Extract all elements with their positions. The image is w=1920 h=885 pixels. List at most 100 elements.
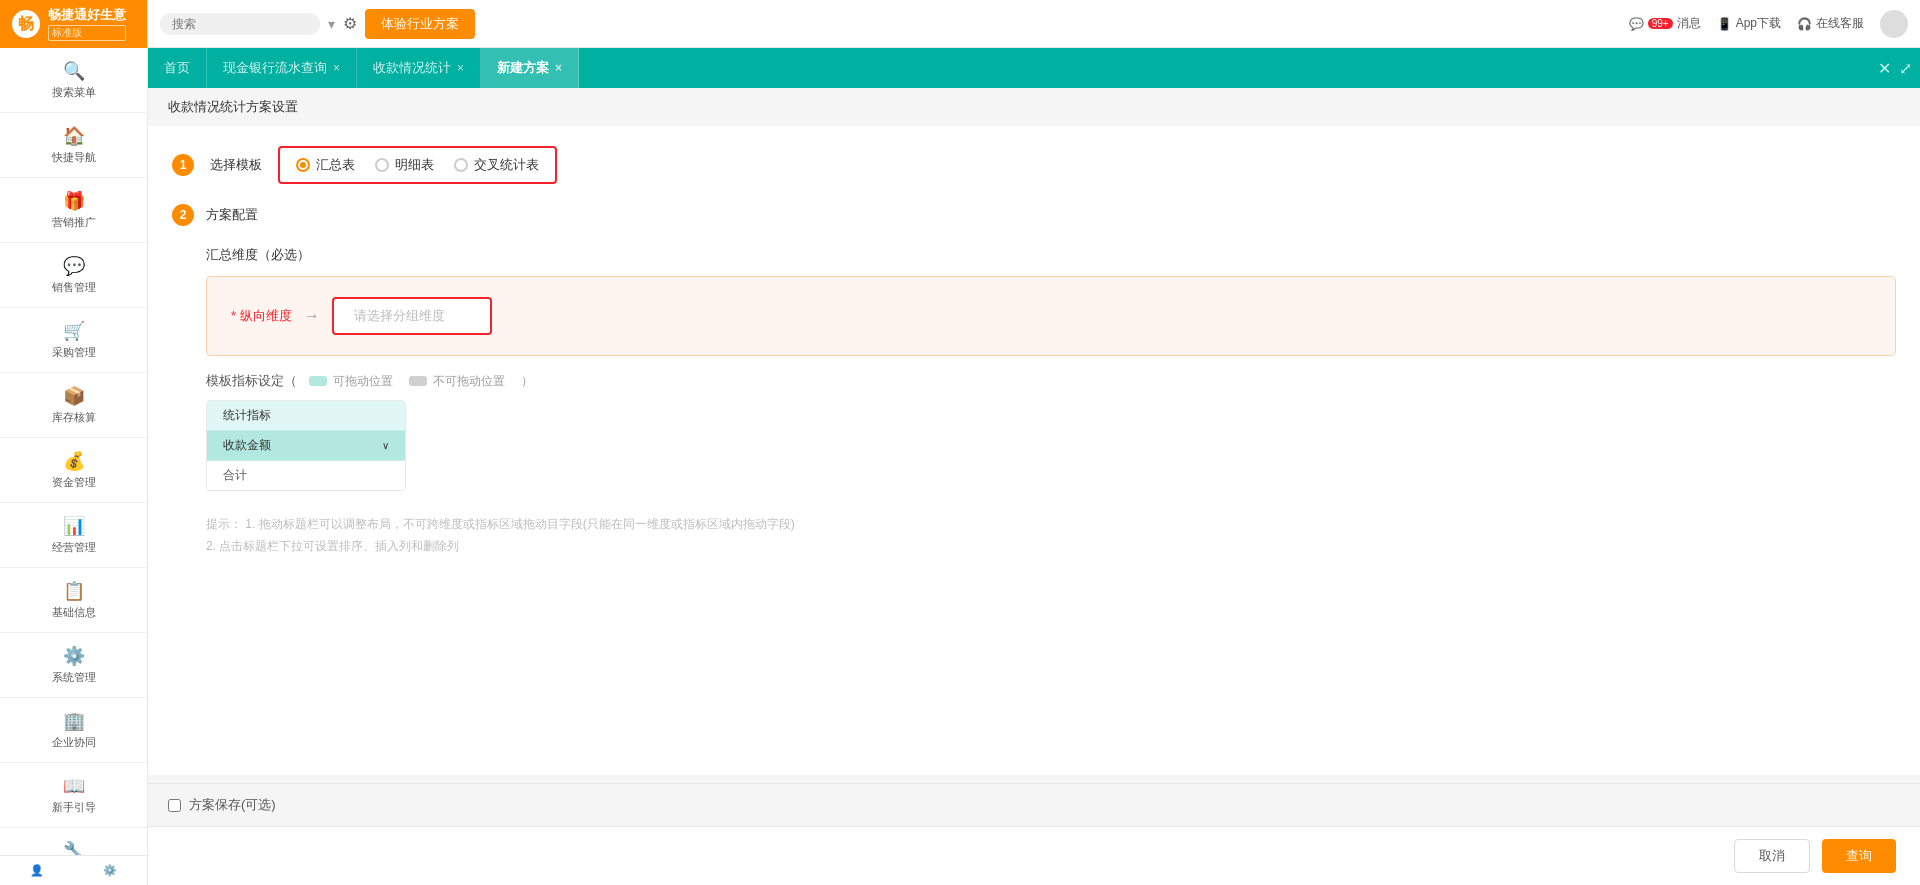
- cancel-button[interactable]: 取消: [1734, 839, 1810, 873]
- tab-receipt-stats-close[interactable]: ×: [457, 61, 464, 75]
- content-area: 收款情况统计方案设置 1 选择模板 汇总表 明细表: [148, 88, 1920, 826]
- enterprise-icon: 🏢: [63, 710, 85, 732]
- radio-summary-label: 汇总表: [316, 156, 355, 174]
- system-icon: ⚙️: [63, 645, 85, 667]
- tab-maximize-button[interactable]: ⤢: [1899, 59, 1912, 78]
- legend-end: ）: [521, 373, 533, 390]
- radio-detail[interactable]: 明细表: [375, 156, 434, 174]
- sidebar-logo: 畅 畅捷通好生意 标准版: [0, 0, 147, 48]
- radio-detail-dot: [375, 158, 389, 172]
- step2-row: 2 方案配置 汇总维度（必选） * 纵向维度 → 请选择分组维度: [172, 204, 1896, 557]
- sidebar-item-marketing[interactable]: 🎁 营销推广: [0, 178, 147, 243]
- tab-new-plan-label: 新建方案: [497, 59, 549, 77]
- metrics-col-dropdown-icon[interactable]: ∨: [382, 440, 389, 451]
- topbar-app-download[interactable]: 📱 App下载: [1717, 15, 1781, 32]
- sidebar-item-sales[interactable]: 💬 销售管理: [0, 243, 147, 308]
- non-draggable-legend-label: 不可拖动位置: [433, 373, 505, 390]
- dimension-selector[interactable]: 请选择分组维度: [332, 297, 492, 335]
- finance-icon: 💰: [63, 450, 85, 472]
- inventory-icon: 📦: [63, 385, 85, 407]
- search-input[interactable]: [160, 13, 320, 35]
- tab-receipt-stats-label: 收款情况统计: [373, 59, 451, 77]
- topbar-message[interactable]: 💬 99+ 消息: [1629, 15, 1701, 32]
- sidebar-item-basic-info[interactable]: 📋 基础信息: [0, 568, 147, 633]
- sidebar-item-finance[interactable]: 💰 资金管理: [0, 438, 147, 503]
- hint-line2: 2. 点击标题栏下拉可设置排序、插入列和删除列: [206, 536, 1896, 558]
- tab-new-plan-close[interactable]: ×: [555, 61, 562, 75]
- radio-cross[interactable]: 交叉统计表: [454, 156, 539, 174]
- bottom-action-bar: 取消 查询: [148, 826, 1920, 885]
- tab-home-label: 首页: [164, 59, 190, 77]
- dimension-area: * 纵向维度 → 请选择分组维度: [206, 276, 1896, 356]
- sidebar-nav: 🔍 搜索菜单 🏠 快捷导航 🎁 营销推广 💬 销售管理 🛒 采购管理 📦 库存核…: [0, 48, 147, 855]
- basic-info-icon: 📋: [63, 580, 85, 602]
- footer-bar: 方案保存(可选): [148, 783, 1920, 826]
- topbar-online-service[interactable]: 🎧 在线客服: [1797, 15, 1864, 32]
- config-section: 汇总维度（必选） * 纵向维度 → 请选择分组维度 模板指标设定（: [172, 246, 1896, 557]
- guide-icon: 📖: [63, 775, 85, 797]
- legend-non-draggable: 不可拖动位置: [409, 373, 505, 390]
- sidebar-item-quick-nav[interactable]: 🏠 快捷导航: [0, 113, 147, 178]
- radio-detail-label: 明细表: [395, 156, 434, 174]
- metrics-col-header[interactable]: 收款金额 ∨: [207, 431, 405, 461]
- metrics-table: 统计指标 收款金额 ∨ 合计: [206, 400, 406, 491]
- template-options: 汇总表 明细表 交叉统计表: [278, 146, 557, 184]
- sidebar-bottom-user[interactable]: 👤: [30, 864, 44, 877]
- save-plan-checkbox[interactable]: [168, 799, 181, 812]
- sidebar-bottom-settings[interactable]: ⚙️: [103, 864, 117, 877]
- draggable-legend-label: 可拖动位置: [333, 373, 393, 390]
- form-card: 1 选择模板 汇总表 明细表 交叉统计表: [148, 126, 1920, 775]
- topbar: ▾ ⚙ 体验行业方案 💬 99+ 消息 📱 App下载 🎧 在线客服: [148, 0, 1920, 48]
- tab-receipt-stats[interactable]: 收款情况统计 ×: [357, 48, 481, 88]
- save-plan-label: 方案保存(可选): [189, 796, 276, 814]
- user-avatar[interactable]: [1880, 10, 1908, 38]
- sidebar-item-smart-hw[interactable]: 🔧 智能硬件: [0, 828, 147, 855]
- quick-nav-icon: 🏠: [63, 125, 85, 147]
- sidebar-item-search-menu[interactable]: 🔍 搜索菜单: [0, 48, 147, 113]
- tab-bar: 首页 现金银行流水查询 × 收款情况统计 × 新建方案 × ✕ ⤢: [148, 48, 1920, 88]
- sidebar-item-enterprise[interactable]: 🏢 企业协同: [0, 698, 147, 763]
- app-icon: 📱: [1717, 17, 1732, 31]
- service-icon: 🎧: [1797, 17, 1812, 31]
- sidebar-item-purchase[interactable]: 🛒 采购管理: [0, 308, 147, 373]
- app-label: App下载: [1736, 15, 1781, 32]
- radio-summary[interactable]: 汇总表: [296, 156, 355, 174]
- settings-bottom-icon: ⚙️: [103, 864, 117, 877]
- radio-cross-label: 交叉统计表: [474, 156, 539, 174]
- marketing-icon: 🎁: [63, 190, 85, 212]
- industry-plan-button[interactable]: 体验行业方案: [365, 9, 475, 39]
- dimension-row-label: * 纵向维度: [231, 307, 292, 325]
- draggable-legend-box: [309, 376, 327, 386]
- metrics-table-header: 统计指标: [207, 401, 405, 431]
- sidebar-item-guide[interactable]: 📖 新手引导: [0, 763, 147, 828]
- sidebar-item-inventory[interactable]: 📦 库存核算: [0, 373, 147, 438]
- step1-label: 选择模板: [210, 156, 262, 174]
- purchase-icon: 🛒: [63, 320, 85, 342]
- topbar-dropdown-arrow[interactable]: ▾: [328, 16, 335, 32]
- radio-summary-dot: [296, 158, 310, 172]
- topbar-gear-icon[interactable]: ⚙: [343, 14, 357, 33]
- tab-bank-flow-close[interactable]: ×: [333, 61, 340, 75]
- hint-line1: 提示： 1. 拖动标题栏可以调整布局，不可跨维度或指标区域拖动目字段(只能在同一…: [206, 514, 1896, 536]
- main-area: ▾ ⚙ 体验行业方案 💬 99+ 消息 📱 App下载 🎧 在线客服 首页: [148, 0, 1920, 885]
- tab-bank-flow-label: 现金银行流水查询: [223, 59, 327, 77]
- metrics-config: 模板指标设定（ 可拖动位置 不可拖动位置 ）: [206, 372, 1896, 494]
- dimension-arrow-icon: →: [304, 307, 320, 325]
- hints-section: 提示： 1. 拖动标题栏可以调整布局，不可跨维度或指标区域拖动目字段(只能在同一…: [206, 514, 1896, 557]
- logo-text: 畅捷通好生意 标准版: [48, 7, 126, 41]
- sidebar-item-system[interactable]: ⚙️ 系统管理: [0, 633, 147, 698]
- metrics-table-row: 合计: [207, 461, 405, 490]
- query-button[interactable]: 查询: [1822, 839, 1896, 873]
- tab-close-all-button[interactable]: ✕: [1878, 59, 1891, 78]
- tab-bank-flow[interactable]: 现金银行流水查询 ×: [207, 48, 357, 88]
- smart-hw-icon: 🔧: [63, 840, 85, 855]
- legend-draggable: 可拖动位置: [309, 373, 393, 390]
- tab-new-plan[interactable]: 新建方案 ×: [481, 48, 579, 88]
- sidebar-item-operations[interactable]: 📊 经营管理: [0, 503, 147, 568]
- metrics-col-label: 收款金额: [223, 437, 271, 454]
- tab-home[interactable]: 首页: [148, 48, 207, 88]
- operations-icon: 📊: [63, 515, 85, 537]
- non-draggable-legend-box: [409, 376, 427, 386]
- sales-icon: 💬: [63, 255, 85, 277]
- step2-label: 方案配置: [206, 206, 258, 224]
